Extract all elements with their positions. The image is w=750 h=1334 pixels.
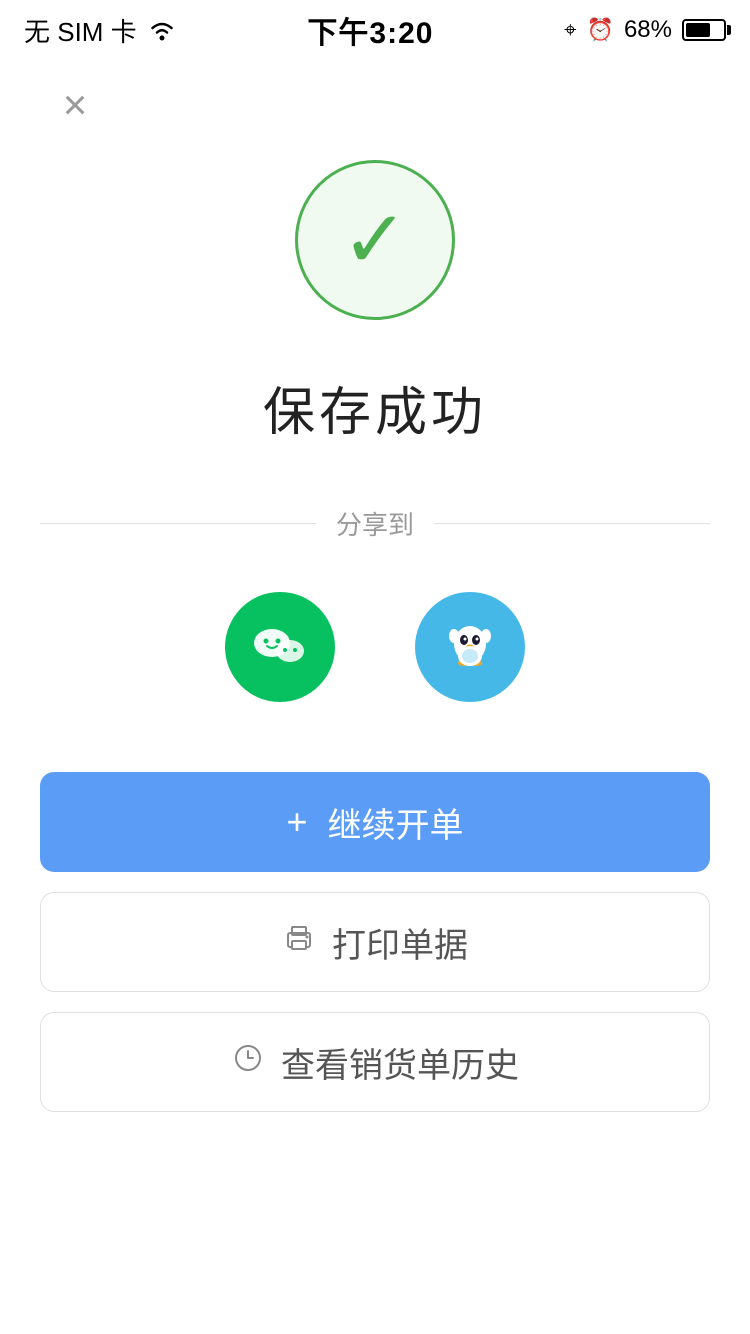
print-button[interactable]: 打印单据: [40, 892, 710, 992]
continue-label: 继续开单: [328, 798, 464, 847]
actions-section: + 继续开单 打印单据 查看销货单历史: [40, 772, 710, 1112]
history-button[interactable]: 查看销货单历史: [40, 1012, 710, 1112]
checkmark-icon: ✓: [341, 200, 408, 280]
main-content: ✓ 保存成功 分享到: [0, 60, 750, 1112]
history-label: 查看销货单历史: [281, 1038, 519, 1087]
wechat-share-button[interactable]: [225, 592, 335, 702]
qq-icon: [439, 616, 501, 678]
plus-icon: +: [286, 801, 307, 843]
wifi-icon: [147, 19, 177, 41]
share-divider: 分享到: [40, 505, 710, 542]
qq-share-button[interactable]: [415, 592, 525, 702]
success-section: ✓ 保存成功: [263, 160, 487, 445]
status-right: ⌖ ⏰ 68%: [564, 16, 726, 44]
status-left: 无 SIM 卡: [24, 12, 177, 49]
close-icon: ×: [63, 84, 88, 126]
print-icon: [282, 921, 316, 964]
success-title: 保存成功: [263, 370, 487, 445]
print-label: 打印单据: [332, 918, 468, 967]
share-section: 分享到: [40, 505, 710, 702]
share-icons: [225, 592, 525, 702]
success-circle: ✓: [295, 160, 455, 320]
battery-icon: [682, 19, 726, 41]
wechat-icon: [246, 613, 314, 681]
location-icon: ⌖: [564, 17, 576, 43]
divider-left: [40, 523, 316, 524]
status-time: 下午3:20: [307, 8, 433, 52]
battery-fill: [686, 23, 710, 37]
share-label: 分享到: [336, 505, 414, 542]
history-icon: [231, 1041, 265, 1084]
status-bar: 无 SIM 卡 下午3:20 ⌖ ⏰ 68%: [0, 0, 750, 60]
alarm-icon: ⏰: [587, 17, 614, 43]
divider-right: [434, 523, 710, 524]
continue-button[interactable]: + 继续开单: [40, 772, 710, 872]
close-button[interactable]: ×: [50, 80, 100, 130]
carrier-label: 无 SIM 卡: [24, 12, 137, 49]
battery-percentage: 68%: [624, 16, 672, 44]
